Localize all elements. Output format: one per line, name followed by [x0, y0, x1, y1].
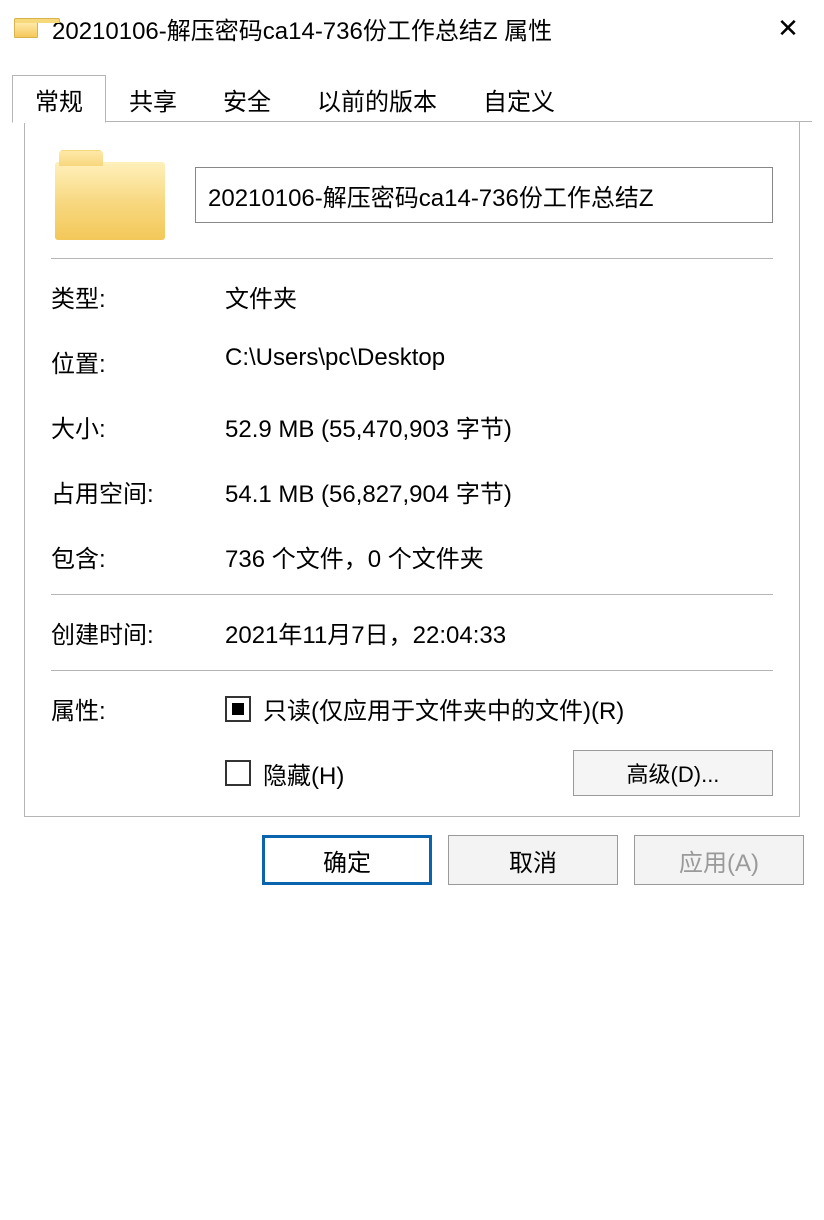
tab-general[interactable]: 常规: [12, 75, 106, 123]
tab-customize[interactable]: 自定义: [460, 75, 578, 123]
info-grid-2: 创建时间: 2021年11月7日，22:04:33: [51, 615, 773, 650]
label-size: 大小:: [51, 409, 221, 444]
value-type: 文件夹: [225, 279, 773, 314]
tab-label: 共享: [129, 82, 177, 117]
readonly-row: 只读(仅应用于文件夹中的文件)(R): [225, 691, 773, 726]
tabstrip: 常规 共享 安全 以前的版本 自定义: [0, 56, 824, 829]
advanced-button-label: 高级(D)...: [627, 757, 720, 789]
advanced-button[interactable]: 高级(D)...: [573, 750, 773, 796]
hidden-row: 隐藏(H): [225, 756, 344, 791]
apply-button[interactable]: 应用(A): [634, 835, 804, 885]
general-panel: 类型: 文件夹 位置: C:\Users\pc\Desktop 大小: 52.9…: [24, 122, 800, 817]
tab-label: 自定义: [483, 82, 555, 117]
label-type: 类型:: [51, 279, 221, 314]
hidden-checkbox[interactable]: [225, 760, 251, 786]
tab-sharing[interactable]: 共享: [106, 75, 200, 123]
label-contains: 包含:: [51, 539, 221, 574]
readonly-label: 只读(仅应用于文件夹中的文件)(R): [263, 691, 624, 726]
tab-previous-versions[interactable]: 以前的版本: [294, 75, 460, 123]
tab-label: 常规: [35, 82, 83, 117]
tab-label: 以前的版本: [317, 82, 437, 117]
ok-button[interactable]: 确定: [262, 835, 432, 885]
folder-name-input[interactable]: [195, 167, 773, 223]
value-contains: 736 个文件，0 个文件夹: [225, 539, 773, 574]
label-created: 创建时间:: [51, 615, 221, 650]
hidden-label: 隐藏(H): [263, 756, 344, 791]
value-created: 2021年11月7日，22:04:33: [225, 615, 773, 650]
tab-security[interactable]: 安全: [200, 75, 294, 123]
divider: [51, 594, 773, 595]
properties-dialog: 20210106-解压密码ca14-736份工作总结Z 属性 ✕ 常规 共享 安…: [0, 0, 824, 1220]
dialog-button-bar: 确定 取消 应用(A): [0, 829, 824, 909]
label-attributes: 属性:: [51, 691, 221, 796]
folder-large-icon: [55, 150, 165, 240]
tab-label: 安全: [223, 82, 271, 117]
value-size-disk: 54.1 MB (56,827,904 字节): [225, 474, 773, 509]
close-icon[interactable]: ✕: [760, 8, 816, 48]
divider: [51, 258, 773, 259]
value-location: C:\Users\pc\Desktop: [225, 344, 773, 379]
label-size-disk: 占用空间:: [51, 474, 221, 509]
folder-icon: [14, 18, 38, 38]
cancel-button-label: 取消: [509, 843, 557, 878]
cancel-button[interactable]: 取消: [448, 835, 618, 885]
attributes-block: 属性: 只读(仅应用于文件夹中的文件)(R) 隐藏(H) 高级(D)...: [51, 691, 773, 796]
window-title: 20210106-解压密码ca14-736份工作总结Z 属性: [52, 11, 760, 46]
apply-button-label: 应用(A): [679, 843, 759, 878]
label-location: 位置:: [51, 344, 221, 379]
titlebar: 20210106-解压密码ca14-736份工作总结Z 属性 ✕: [0, 0, 824, 56]
ok-button-label: 确定: [323, 843, 371, 878]
info-grid-1: 类型: 文件夹 位置: C:\Users\pc\Desktop 大小: 52.9…: [51, 279, 773, 574]
value-size: 52.9 MB (55,470,903 字节): [225, 409, 773, 444]
readonly-checkbox[interactable]: [225, 696, 251, 722]
divider: [51, 670, 773, 671]
